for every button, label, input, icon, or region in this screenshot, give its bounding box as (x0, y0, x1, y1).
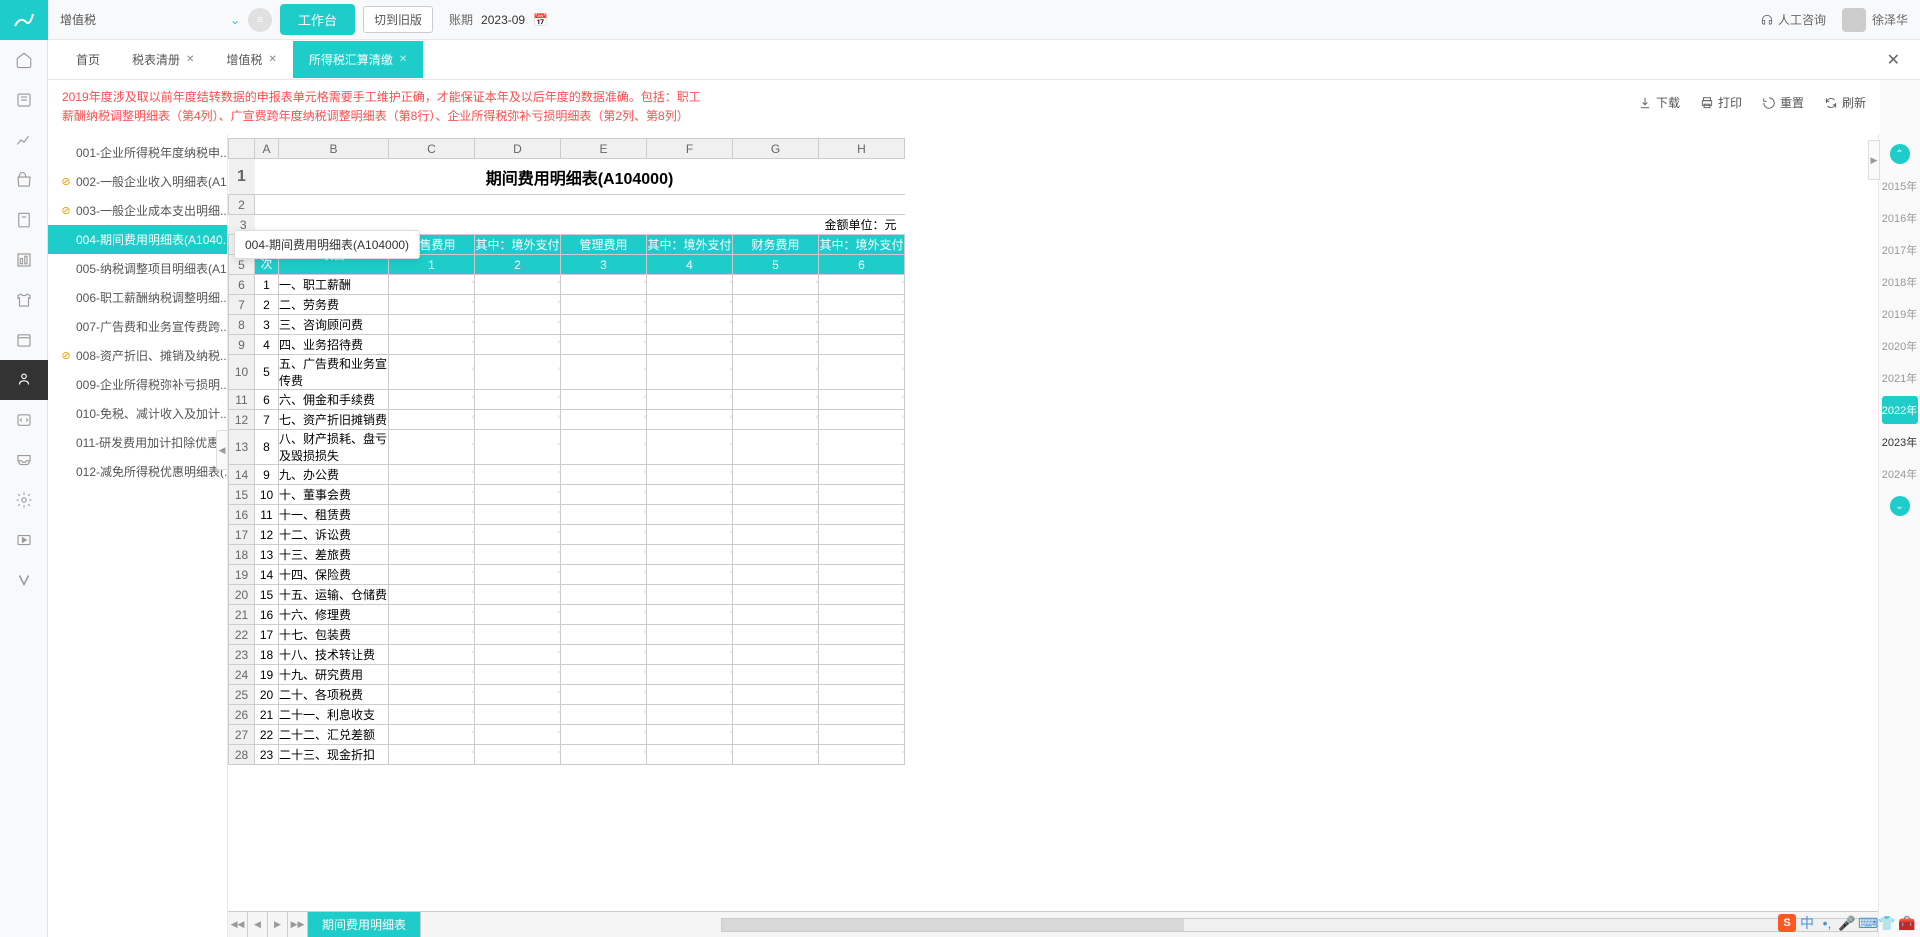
ime-skin-icon[interactable]: 👕 (1878, 915, 1896, 932)
print-button[interactable]: 打印 (1700, 94, 1742, 111)
app-logo[interactable] (0, 0, 48, 40)
nav-doc-icon[interactable] (0, 200, 48, 240)
ime-keyboard-icon[interactable]: ⌨ (1858, 915, 1876, 932)
year-2018年[interactable]: 2018年 (1882, 268, 1918, 296)
warn-icon: ⊘ (60, 350, 72, 362)
expand-handle[interactable]: ▶ (1868, 140, 1880, 180)
sheet-tab-bar: ◀◀ ◀ ▶ ▶▶ 期间费用明细表 (228, 911, 1878, 937)
year-2016年[interactable]: 2016年 (1882, 204, 1918, 232)
year-2020年[interactable]: 2020年 (1882, 332, 1918, 360)
warning-message: 2019年度涉及取以前年度结转数据的申报表单元格需要手工维护正确，才能保证本年及… (62, 88, 702, 126)
nav-v-icon[interactable] (0, 560, 48, 600)
close-all-tabs[interactable]: ✕ (1879, 46, 1908, 74)
tab-税表清册[interactable]: 税表清册✕ (116, 41, 210, 78)
warn-icon: ⊘ (60, 205, 72, 217)
year-2019年[interactable]: 2019年 (1882, 300, 1918, 328)
warn-icon: ⊘ (60, 176, 72, 188)
horizontal-scrollbar[interactable] (721, 918, 1878, 932)
form-item[interactable]: ⊘002-一般企业收入明细表(A1... (48, 167, 227, 196)
user-menu[interactable]: 徐泽华 (1842, 8, 1908, 32)
calendar-icon[interactable]: 📅 (533, 13, 548, 27)
form-item-tooltip: 004-期间费用明细表(A104000) (234, 230, 420, 259)
year-2021年[interactable]: 2021年 (1882, 364, 1918, 392)
consult-link[interactable]: 人工咨询 (1760, 11, 1826, 28)
nav-video-icon[interactable] (0, 520, 48, 560)
spreadsheet[interactable]: ABCDEFGH1期间费用明细表(A104000)23金额单位：元4行次项目销售… (228, 138, 1878, 911)
form-list-panel: 001-企业所得税年度纳税申...⊘002-一般企业收入明细表(A1...⊘00… (48, 80, 228, 937)
document-tabs: 首页税表清册✕增值税✕所得税汇算清缴✕✕ (48, 40, 1920, 80)
close-icon[interactable]: ✕ (186, 54, 194, 65)
rail-down-icon[interactable]: ⌄ (1890, 496, 1910, 516)
left-sidebar (0, 0, 48, 937)
period-value[interactable]: 2023-09 (481, 13, 525, 27)
year-2015年[interactable]: 2015年 (1882, 172, 1918, 200)
year-2023年[interactable]: 2023年 (1882, 428, 1918, 456)
nav-tshirt-icon[interactable] (0, 280, 48, 320)
nav-inbox-icon[interactable] (0, 440, 48, 480)
form-item[interactable]: 007-广告费和业务宣传费跨... (48, 312, 227, 341)
collapse-handle[interactable]: ◀ (216, 430, 228, 470)
form-item[interactable]: 010-免税、减计收入及加计... (48, 399, 227, 428)
ime-mic-icon[interactable]: 🎤 (1838, 915, 1856, 932)
form-item[interactable]: 005-纳税调整项目明细表(A1... (48, 254, 227, 283)
ime-toolbox-icon[interactable]: 🧰 (1898, 915, 1916, 932)
form-item[interactable]: 001-企业所得税年度纳税申... (48, 138, 227, 167)
close-icon[interactable]: ✕ (268, 54, 276, 65)
form-item[interactable]: 009-企业所得税弥补亏损明... (48, 370, 227, 399)
workspace-button[interactable]: 工作台 (280, 4, 355, 35)
sheet-nav-first[interactable]: ◀◀ (228, 912, 248, 937)
nav-bag-icon[interactable] (0, 160, 48, 200)
form-item[interactable]: 011-研发费用加计扣除优惠... (48, 428, 227, 457)
close-icon[interactable]: ✕ (399, 54, 407, 65)
ime-lang[interactable]: 中 (1798, 913, 1816, 933)
avatar-icon (1842, 8, 1866, 32)
reset-button[interactable]: 重置 (1762, 94, 1804, 111)
year-2024年[interactable]: 2024年 (1882, 460, 1918, 488)
nav-active-icon[interactable] (0, 360, 48, 400)
form-item[interactable]: 004-期间费用明细表(A1040... (48, 225, 227, 254)
sheet-nav-last[interactable]: ▶▶ (288, 912, 308, 937)
sheet-nav-prev[interactable]: ◀ (248, 912, 268, 937)
year-2017年[interactable]: 2017年 (1882, 236, 1918, 264)
switch-old-button[interactable]: 切到旧版 (363, 6, 433, 33)
nav-report-icon[interactable] (0, 240, 48, 280)
form-item[interactable]: 012-减免所得税优惠明细表(... (48, 457, 227, 486)
nav-home-icon[interactable] (0, 40, 48, 80)
nav-chart-icon[interactable] (0, 120, 48, 160)
tab-所得税汇算清缴[interactable]: 所得税汇算清缴✕ (293, 41, 423, 78)
refresh-button[interactable]: 刷新 (1824, 94, 1866, 111)
top-bar: 增值税 ⌄ ≡ 工作台 切到旧版 账期 2023-09 📅 人工咨询 徐泽华 (48, 0, 1920, 40)
nav-book-icon[interactable] (0, 80, 48, 120)
tab-增值税[interactable]: 增值税✕ (210, 41, 292, 78)
nav-transfer-icon[interactable] (0, 400, 48, 440)
sheet-nav-next[interactable]: ▶ (268, 912, 288, 937)
download-button[interactable]: 下载 (1638, 94, 1680, 111)
ime-toolbar: S 中 •, 🎤 ⌨ 👕 🧰 (1778, 913, 1916, 933)
ime-badge[interactable]: S (1778, 914, 1796, 932)
form-item[interactable]: 006-职工薪酬纳税调整明细... (48, 283, 227, 312)
circle-button[interactable]: ≡ (248, 8, 272, 32)
chevron-down-icon: ⌄ (230, 13, 240, 27)
nav-settings-icon[interactable] (0, 480, 48, 520)
ime-punct-icon[interactable]: •, (1818, 915, 1836, 931)
company-dropdown[interactable]: 增值税 ⌄ (60, 11, 240, 28)
period-label: 账期 (449, 11, 473, 28)
rail-up-icon[interactable]: ⌃ (1890, 144, 1910, 164)
form-item[interactable]: ⊘008-资产折旧、摊销及纳税... (48, 341, 227, 370)
year-2022年[interactable]: 2022年 (1882, 396, 1918, 424)
form-item[interactable]: ⊘003-一般企业成本支出明细... (48, 196, 227, 225)
sheet-tab[interactable]: 期间费用明细表 (308, 912, 421, 937)
nav-calendar-icon[interactable] (0, 320, 48, 360)
year-rail: ⌃ 2015年 2016年 2017年 2018年 2019年 2020年 2021年 202… (1878, 80, 1920, 937)
tab-首页[interactable]: 首页 (60, 41, 116, 78)
